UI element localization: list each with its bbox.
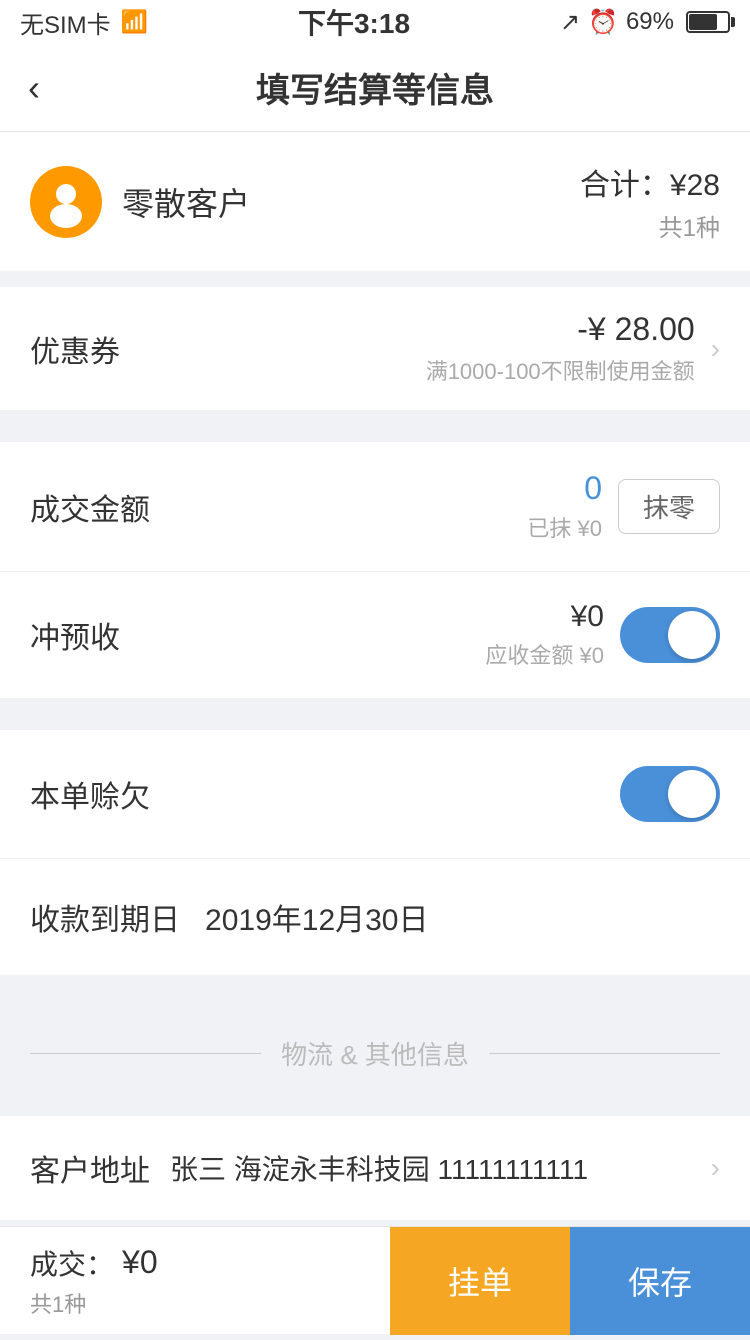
- coupon-discount: -¥ 28.00: [426, 311, 695, 348]
- total-count: 共1种: [580, 208, 720, 243]
- due-date-row: 收款到期日 2019年12月30日: [0, 859, 750, 975]
- credit-section: 本单赊欠 收款到期日 2019年12月30日: [0, 730, 750, 975]
- logistics-divider: 物流 & 其他信息: [30, 1035, 720, 1072]
- coupon-description: 满1000-100不限制使用金额: [426, 354, 695, 386]
- status-time: 下午3:18: [298, 2, 410, 42]
- coupon-right: -¥ 28.00 满1000-100不限制使用金额 ›: [426, 311, 720, 386]
- transaction-label: 成交金额: [30, 485, 150, 529]
- wifi-icon: 📶: [121, 9, 148, 35]
- round-button[interactable]: 抹零: [618, 479, 720, 534]
- credit-row: 本单赊欠: [0, 730, 750, 859]
- page-title: 填写结算等信息: [256, 63, 494, 112]
- battery-icon: [686, 11, 730, 33]
- content-area: 零散客户 合计：¥28 共1种 优惠券 -¥ 28.00 满1000-100不限…: [0, 132, 750, 1340]
- save-button[interactable]: 保存: [570, 1227, 750, 1335]
- logistics-section: 物流 & 其他信息: [0, 1007, 750, 1100]
- address-chevron-icon: ›: [711, 1152, 720, 1184]
- logistics-label: 物流 & 其他信息: [281, 1035, 469, 1072]
- transaction-amount-row: 成交金额 0 已抹 ¥0 抹零: [0, 442, 750, 572]
- pre-receive-label: 冲预收: [30, 613, 120, 657]
- coupon-chevron-icon: ›: [711, 333, 720, 365]
- logistics-line-right: [489, 1053, 720, 1054]
- pre-receive-row: 冲预收 ¥0 应收金额 ¥0: [0, 572, 750, 698]
- customer-row[interactable]: 零散客户 合计：¥28 共1种: [0, 132, 750, 271]
- customer-info: 零散客户: [30, 166, 250, 238]
- due-date-key: 收款到期日: [30, 904, 180, 937]
- status-left: 无SIM卡 📶: [20, 5, 148, 40]
- back-button[interactable]: ‹: [28, 67, 40, 109]
- total-amount: 合计：¥28: [580, 160, 720, 204]
- coupon-value-block: -¥ 28.00 满1000-100不限制使用金额: [426, 311, 695, 386]
- address-value: 张三 海淀永丰科技园 11111111111: [170, 1148, 691, 1188]
- transaction-amount-value[interactable]: 0: [527, 470, 602, 507]
- address-row[interactable]: 客户地址 张三 海淀永丰科技园 11111111111 ›: [0, 1116, 750, 1220]
- location-icon: ↗: [560, 8, 580, 37]
- nav-bar: ‹ 填写结算等信息: [0, 44, 750, 132]
- transaction-amount-note: 已抹 ¥0: [527, 511, 602, 543]
- transaction-right: 0 已抹 ¥0 抹零: [527, 470, 720, 543]
- transaction-value-block: 0 已抹 ¥0: [527, 470, 602, 543]
- toggle-thumb: [668, 611, 716, 659]
- credit-label: 本单赊欠: [30, 772, 150, 816]
- no-sim-text: 无SIM卡: [20, 5, 111, 40]
- section-divider-3: [0, 975, 750, 991]
- due-date-value[interactable]: 2019年12月30日: [205, 904, 428, 937]
- bottom-count: 共1种: [30, 1287, 360, 1319]
- pre-receive-note: 应收金额 ¥0: [485, 638, 604, 670]
- pre-receive-value-block: ¥0 应收金额 ¥0: [485, 600, 604, 670]
- status-bar: 无SIM卡 📶 下午3:18 ↗ ⏰ 69%: [0, 0, 750, 44]
- bottom-bar: 成交： ¥0 共1种 挂单 保存: [0, 1226, 750, 1334]
- section-divider-2: [0, 698, 750, 714]
- avatar: [30, 166, 102, 238]
- due-date-label: 收款到期日 2019年12月30日: [30, 904, 429, 937]
- customer-summary: 合计：¥28 共1种: [580, 160, 720, 243]
- pre-receive-amount: ¥0: [485, 600, 604, 634]
- bottom-deal-label: 成交：: [30, 1243, 114, 1283]
- customer-name: 零散客户: [122, 179, 250, 225]
- status-right: ↗ ⏰ 69%: [560, 8, 730, 37]
- bottom-summary: 成交： ¥0 共1种: [0, 1243, 390, 1319]
- pre-receive-toggle[interactable]: [620, 607, 720, 663]
- coupon-row[interactable]: 优惠券 -¥ 28.00 满1000-100不限制使用金额 ›: [0, 287, 750, 410]
- transaction-section: 成交金额 0 已抹 ¥0 抹零 冲预收 ¥0 应收金额 ¥0: [0, 442, 750, 698]
- alarm-icon: ⏰: [588, 8, 618, 37]
- credit-toggle[interactable]: [620, 766, 720, 822]
- coupon-label: 优惠券: [30, 327, 120, 371]
- address-key: 客户地址: [30, 1146, 150, 1190]
- address-section[interactable]: 客户地址 张三 海淀永丰科技园 11111111111 ›: [0, 1116, 750, 1220]
- pre-receive-right-container: ¥0 应收金额 ¥0: [485, 600, 720, 670]
- credit-toggle-thumb: [668, 770, 716, 818]
- logistics-line-left: [30, 1053, 261, 1054]
- bottom-deal-info: 成交： ¥0: [30, 1243, 360, 1283]
- bottom-deal-amount: ¥0: [122, 1244, 158, 1281]
- pending-button[interactable]: 挂单: [390, 1227, 570, 1335]
- battery-text: 69%: [626, 8, 674, 36]
- section-divider-1: [0, 426, 750, 442]
